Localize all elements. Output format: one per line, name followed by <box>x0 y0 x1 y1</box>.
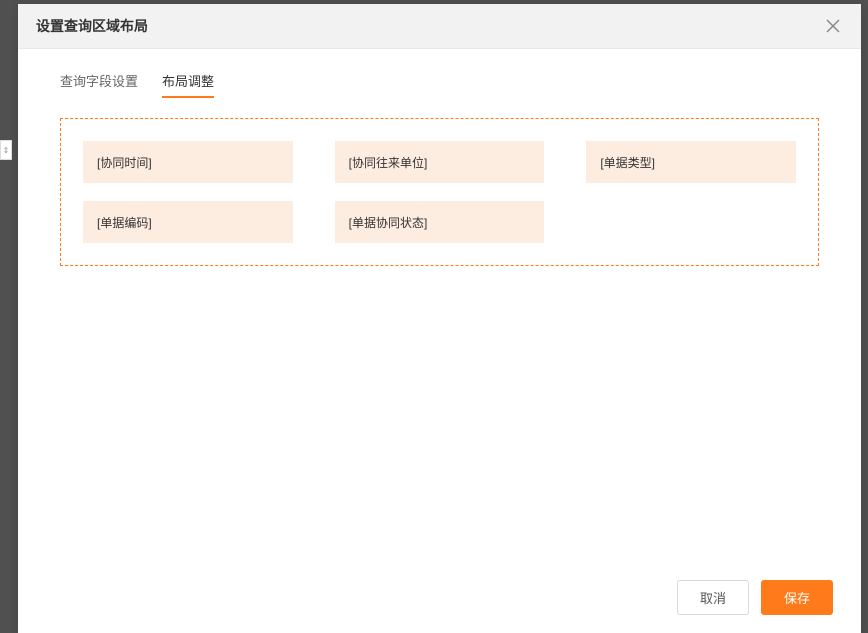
modal-header: 设置查询区域布局 <box>18 4 861 49</box>
layout-dropzone[interactable]: [协同时间] [协同往来单位] [单据类型] [单据编码] [单据协同状态] <box>60 118 819 266</box>
modal-title: 设置查询区域布局 <box>36 16 148 36</box>
layout-item-document-type[interactable]: [单据类型] <box>586 141 796 183</box>
modal-dialog: 设置查询区域布局 查询字段设置 布局调整 [协同时间] [协同往来单位] [单据… <box>18 4 861 633</box>
layout-grid: [协同时间] [协同往来单位] [单据类型] [单据编码] [单据协同状态] <box>83 141 796 243</box>
layout-item-collaboration-time[interactable]: [协同时间] <box>83 141 293 183</box>
modal-body: 查询字段设置 布局调整 [协同时间] [协同往来单位] [单据类型] [单据编码… <box>18 49 861 568</box>
tab-layout-adjust[interactable]: 布局调整 <box>162 71 214 98</box>
save-button[interactable]: 保存 <box>761 580 833 615</box>
layout-item-collaboration-status[interactable]: [单据协同状态] <box>335 201 545 243</box>
cancel-button[interactable]: 取消 <box>677 580 749 615</box>
background-element: ⇕ <box>0 140 12 160</box>
layout-item-document-code[interactable]: [单据编码] <box>83 201 293 243</box>
layout-item-collaboration-unit[interactable]: [协同往来单位] <box>335 141 545 183</box>
tab-query-fields[interactable]: 查询字段设置 <box>60 71 138 98</box>
close-icon[interactable] <box>823 16 843 36</box>
tabs-container: 查询字段设置 布局调整 <box>60 71 819 98</box>
modal-footer: 取消 保存 <box>18 568 861 633</box>
